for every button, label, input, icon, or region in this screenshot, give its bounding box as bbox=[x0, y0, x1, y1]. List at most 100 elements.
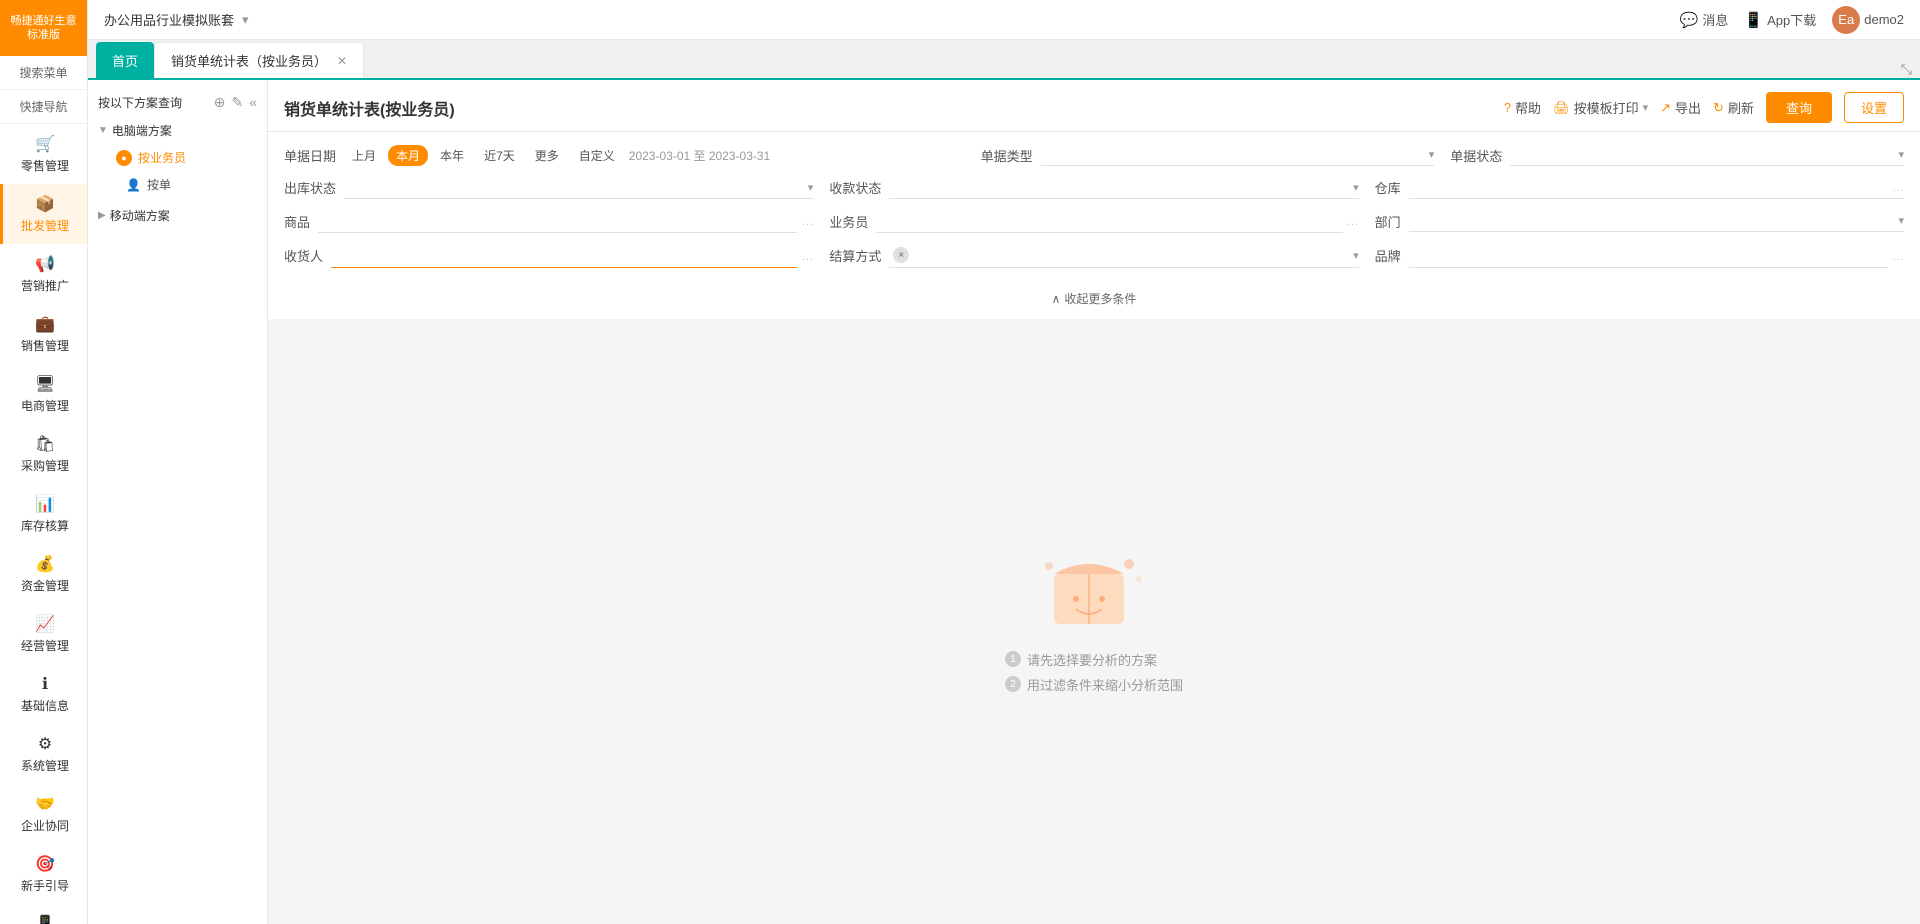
warehouse-select[interactable]: … bbox=[1409, 176, 1904, 199]
goods-dots[interactable]: … bbox=[801, 214, 813, 228]
sidebar-item-finance[interactable]: 💰 资金管理 bbox=[0, 544, 87, 604]
receipt-status-select[interactable]: ▾ bbox=[889, 177, 1358, 199]
sales-icon: 💼 bbox=[35, 314, 55, 334]
out-status-dropdown-arrow: ▾ bbox=[808, 181, 814, 194]
empty-hint-1: 1 请先选择要分析的方案 bbox=[1005, 650, 1183, 669]
refresh-button[interactable]: ↻ 刷新 bbox=[1713, 98, 1754, 117]
step-1-icon: 1 bbox=[1005, 651, 1021, 667]
tab-home[interactable]: 首页 bbox=[96, 42, 154, 78]
doc-status-dropdown-arrow: ▾ bbox=[1898, 148, 1904, 161]
receipt-status-dropdown-arrow: ▾ bbox=[1353, 181, 1359, 194]
date-tab-more[interactable]: 更多 bbox=[527, 145, 567, 166]
sidebar-item-operations[interactable]: 📈 经营管理 bbox=[0, 604, 87, 664]
app-center-icon: 📱 bbox=[35, 914, 55, 924]
scheme-item-by-salesperson[interactable]: ● 按业务员 bbox=[88, 144, 267, 171]
tab-sales-stat-label: 销货单统计表（按业务员） bbox=[171, 51, 327, 70]
export-button[interactable]: ↗ 导出 bbox=[1660, 98, 1701, 117]
doc-status-label: 单据状态 bbox=[1450, 146, 1502, 165]
tab-expand-icon[interactable]: ⤡ bbox=[1901, 61, 1912, 78]
filter-department: 部门 ▾ bbox=[1375, 210, 1904, 232]
department-select[interactable]: ▾ bbox=[1409, 210, 1904, 232]
help-button[interactable]: ? 帮助 bbox=[1504, 98, 1541, 117]
doc-type-select[interactable]: ▾ bbox=[1041, 144, 1435, 166]
add-scheme-button[interactable]: ⊕ bbox=[214, 94, 226, 111]
warehouse-dots[interactable]: … bbox=[1892, 180, 1904, 194]
scheme-group-mobile: ▶ 移动端方案 bbox=[88, 202, 267, 229]
collapse-panel-button[interactable]: « bbox=[249, 94, 257, 111]
filter-section: 单据日期 上月 本月 本年 近7天 更多 自定义 2023-03-01 至 20… bbox=[268, 132, 1920, 319]
date-tab-custom[interactable]: 自定义 bbox=[571, 145, 623, 166]
inventory-icon: 📊 bbox=[35, 494, 55, 514]
sidebar-item-app-center[interactable]: 📱 应用中心 bbox=[0, 904, 87, 924]
consignee-dots[interactable]: … bbox=[801, 249, 813, 263]
scheme-group-arrow-mobile: ▶ bbox=[98, 210, 106, 221]
filter-doc-status: 单据状态 ▾ bbox=[1450, 144, 1904, 166]
sidebar-item-basic[interactable]: ℹ 基础信息 bbox=[0, 664, 87, 724]
topbar-dropdown-icon[interactable]: ▾ bbox=[242, 12, 249, 28]
out-status-label: 出库状态 bbox=[284, 178, 336, 197]
date-tab-last-month[interactable]: 上月 bbox=[344, 145, 384, 166]
date-tabs: 上月 本月 本年 近7天 更多 自定义 bbox=[344, 145, 623, 166]
user-avatar-area[interactable]: Ea demo2 bbox=[1832, 6, 1904, 34]
sidebar-item-marketing[interactable]: 📢 营销推广 bbox=[0, 244, 87, 304]
sidebar-item-cooperation[interactable]: 🤝 企业协同 bbox=[0, 784, 87, 844]
page-content: 按以下方案查询 ⊕ ✎ « ▼ 电脑端方案 ● 按业务员 👤 按 bbox=[88, 80, 1920, 924]
salesperson-label: 业务员 bbox=[829, 212, 868, 231]
empty-state: 1 请先选择要分析的方案 2 用过滤条件来缩小分析范围 bbox=[1005, 544, 1183, 700]
settlement-select[interactable]: × ▾ bbox=[889, 243, 1358, 268]
brand-input[interactable] bbox=[1409, 244, 1888, 268]
filter-row-2: 出库状态 ▾ 收款状态 ▾ 仓库 bbox=[284, 176, 1904, 199]
query-button[interactable]: 查询 bbox=[1766, 92, 1832, 123]
topbar: 办公用品行业模拟账套 ▾ 💬 消息 📱 App下载 Ea demo2 bbox=[88, 0, 1920, 40]
tab-close-button[interactable]: ✕ bbox=[337, 54, 347, 68]
print-dropdown-icon[interactable]: ▾ bbox=[1643, 101, 1649, 114]
settings-button[interactable]: 设置 bbox=[1844, 92, 1904, 123]
edit-scheme-button[interactable]: ✎ bbox=[231, 94, 243, 111]
sidebar-item-ecommerce[interactable]: 🖥 电商管理 bbox=[0, 364, 87, 424]
filter-receipt-status: 收款状态 ▾ bbox=[829, 177, 1358, 199]
filter-row-3: 商品 … 业务员 … 部门 ▾ bbox=[284, 209, 1904, 233]
warehouse-label: 仓库 bbox=[1375, 178, 1401, 197]
sidebar-item-purchase[interactable]: 🛍 采购管理 bbox=[0, 424, 87, 484]
doc-status-select[interactable]: ▾ bbox=[1510, 144, 1904, 166]
message-button[interactable]: 💬 消息 bbox=[1680, 10, 1729, 29]
filter-goods: 商品 … bbox=[284, 209, 813, 233]
scheme-group-desktop-header[interactable]: ▼ 电脑端方案 bbox=[88, 117, 267, 144]
consignee-input[interactable] bbox=[331, 244, 797, 268]
filter-scheme-panel: 按以下方案查询 ⊕ ✎ « ▼ 电脑端方案 ● 按业务员 👤 按 bbox=[88, 80, 268, 924]
sidebar-quick-nav[interactable]: 快捷导航 bbox=[0, 90, 87, 124]
sidebar-item-inventory[interactable]: 📊 库存核算 bbox=[0, 484, 87, 544]
sidebar-item-retail[interactable]: 🛒 零售管理 bbox=[0, 124, 87, 184]
app-download-button[interactable]: 📱 App下载 bbox=[1744, 10, 1816, 29]
logo-text: 畅捷通好生意 标准版 bbox=[11, 14, 77, 43]
brand-dots[interactable]: … bbox=[1892, 249, 1904, 263]
empty-hint-2: 2 用过滤条件来缩小分析范围 bbox=[1005, 675, 1183, 694]
scheme-item-by-order[interactable]: 👤 按单 bbox=[88, 171, 267, 198]
system-icon: ⚙ bbox=[38, 734, 52, 754]
date-tab-7days[interactable]: 近7天 bbox=[476, 145, 523, 166]
wholesale-icon: 📦 bbox=[35, 194, 55, 214]
sidebar-item-sales[interactable]: 💼 销售管理 bbox=[0, 304, 87, 364]
settlement-dropdown-arrow: ▾ bbox=[1353, 249, 1359, 262]
message-icon: 💬 bbox=[1680, 11, 1699, 29]
filter-row-4: 收货人 … 结算方式 × ▾ 品牌 … bbox=[284, 243, 1904, 268]
salesperson-input[interactable] bbox=[876, 209, 1342, 233]
date-tab-this-year[interactable]: 本年 bbox=[432, 145, 472, 166]
empty-illustration bbox=[1034, 544, 1154, 634]
sidebar-item-system[interactable]: ⚙ 系统管理 bbox=[0, 724, 87, 784]
sidebar-item-newbie[interactable]: 🎯 新手引导 bbox=[0, 844, 87, 904]
tab-sales-stat[interactable]: 销货单统计表（按业务员） ✕ bbox=[154, 42, 364, 78]
filter-salesperson: 业务员 … bbox=[829, 209, 1358, 233]
sidebar-item-wholesale[interactable]: 📦 批发管理 bbox=[0, 184, 87, 244]
sidebar-search[interactable]: 搜索菜单 bbox=[0, 56, 87, 90]
template-print-button[interactable]: 🖨 按模板打印 ▾ bbox=[1553, 98, 1648, 117]
salesperson-dots[interactable]: … bbox=[1347, 214, 1359, 228]
goods-input[interactable] bbox=[318, 209, 797, 233]
scheme-group-desktop: ▼ 电脑端方案 ● 按业务员 👤 按单 bbox=[88, 117, 267, 198]
operations-icon: 📈 bbox=[35, 614, 55, 634]
settlement-clear-button[interactable]: × bbox=[893, 247, 909, 263]
scheme-group-mobile-header[interactable]: ▶ 移动端方案 bbox=[88, 202, 267, 229]
collapse-button[interactable]: ∧ 收起更多条件 bbox=[1052, 284, 1137, 313]
out-status-select[interactable]: ▾ bbox=[344, 177, 813, 199]
date-tab-this-month[interactable]: 本月 bbox=[388, 145, 428, 166]
